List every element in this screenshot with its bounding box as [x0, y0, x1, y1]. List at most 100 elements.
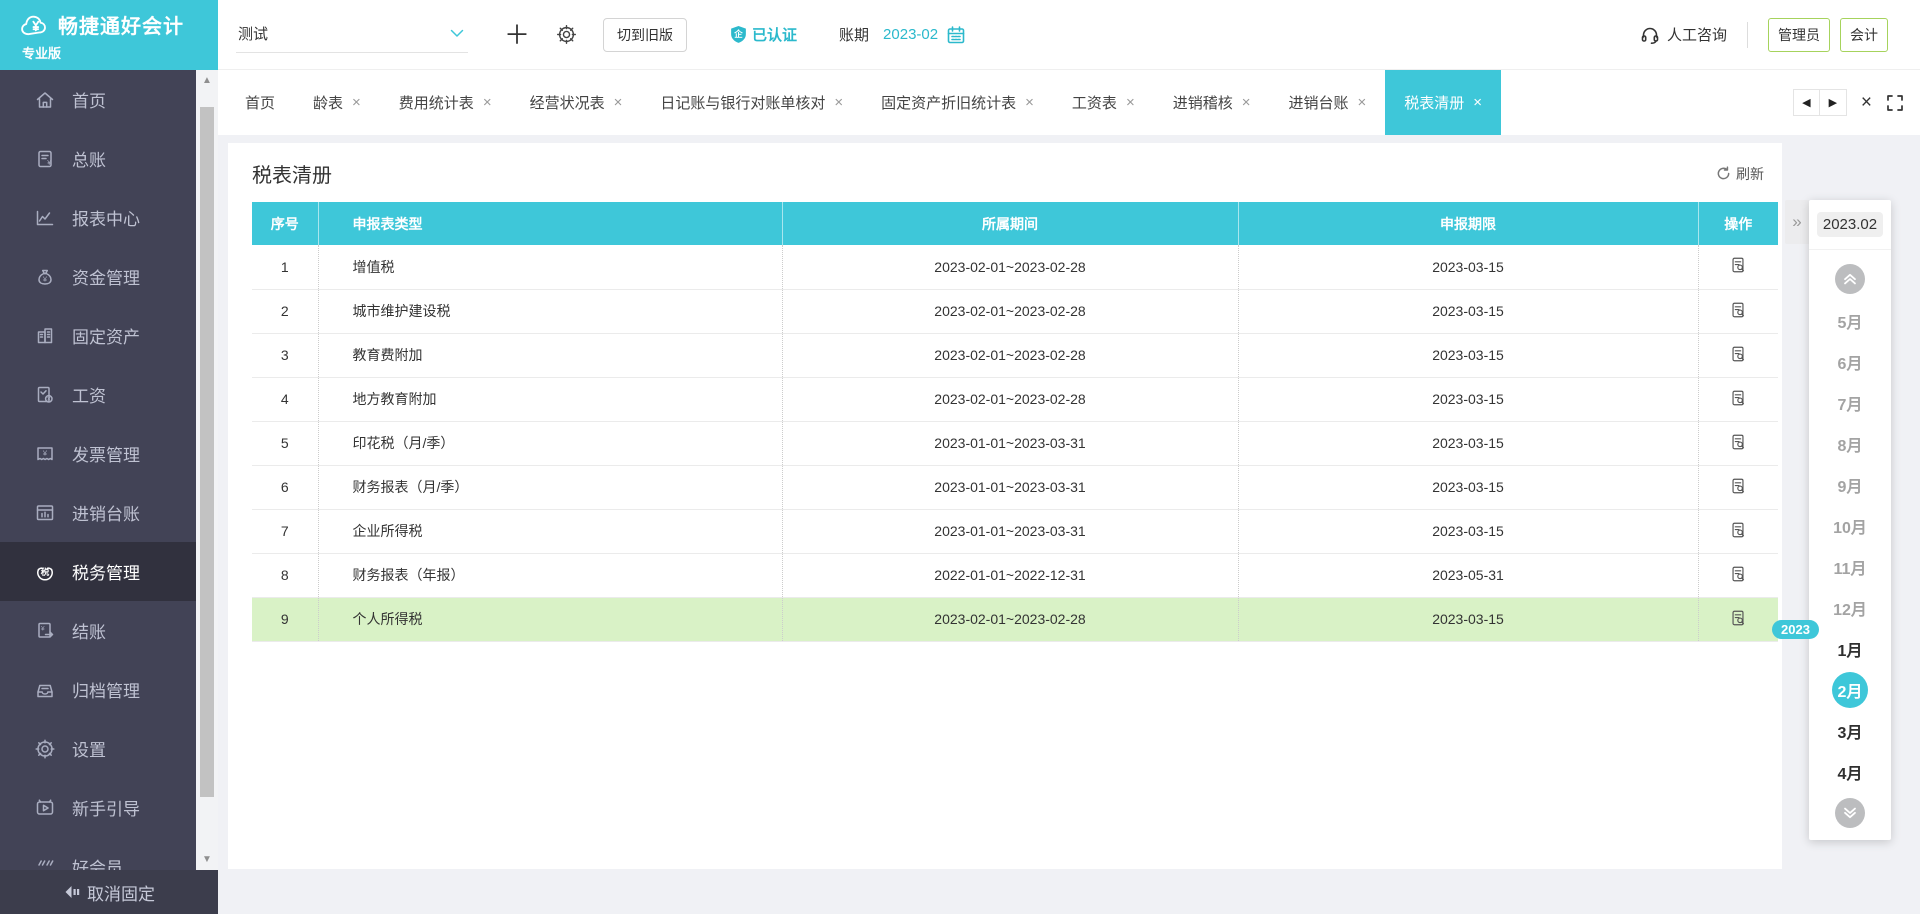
add-account-set-icon[interactable]: ＋ [504, 22, 530, 48]
scroll-up-icon[interactable]: ▲ [202, 70, 212, 91]
close-icon[interactable]: × [1242, 94, 1251, 111]
close-icon[interactable]: × [1126, 94, 1135, 111]
table-row[interactable]: 4 地方教育附加 2023-02-01~2023-02-28 2023-03-1… [252, 377, 1778, 422]
header-deadline: 申报期限 [1237, 202, 1698, 245]
view-report-icon[interactable] [1729, 389, 1747, 407]
fullscreen-icon[interactable] [1886, 94, 1904, 112]
month-item-jun[interactable]: 6月 [1809, 341, 1891, 382]
view-report-icon[interactable] [1729, 256, 1747, 274]
view-report-icon[interactable] [1729, 345, 1747, 363]
table-row[interactable]: 6 财务报表（月/季） 2023-01-01~2023-03-31 2023-0… [252, 465, 1778, 510]
sidebar-item-beginner-guide[interactable]: 新手引导 [0, 778, 196, 837]
close-icon[interactable]: × [483, 94, 492, 111]
refresh-button[interactable]: 刷新 [1711, 164, 1764, 184]
unpin-sidebar-button[interactable]: 取消固定 [0, 870, 218, 914]
sidebar-item-fund-management[interactable]: ¥ 资金管理 [0, 247, 196, 306]
calendar-icon[interactable] [946, 25, 966, 45]
month-item-mar[interactable]: 3月 [1809, 710, 1891, 751]
month-item-apr[interactable]: 4月 [1809, 751, 1891, 792]
scrollbar-thumb[interactable] [200, 107, 214, 797]
month-item-dec[interactable]: 12月 [1809, 587, 1891, 628]
close-icon[interactable]: × [352, 94, 361, 111]
triangle-right-icon: ▶ [1828, 97, 1838, 109]
tab-journal-bank-check[interactable]: 日记账与银行对账单核对 × [641, 70, 862, 135]
admin-role-button[interactable]: 管理员 [1768, 17, 1830, 52]
sidebar-item-purchase-sales-ledger[interactable]: 进销台账 [0, 483, 196, 542]
table-row[interactable]: 8 财务报表（年报） 2022-01-01~2022-12-31 2023-05… [252, 553, 1778, 598]
month-item-sep[interactable]: 9月 [1809, 464, 1891, 505]
tab-tax-return-register[interactable]: 税表清册 × [1385, 70, 1502, 135]
tab-operating-status[interactable]: 经营状况表 × [511, 70, 642, 135]
months-scroll-up-button[interactable] [1835, 264, 1865, 294]
tax-return-table: 序号 申报表类型 所属期间 申报期限 操作 1 增值税 2023-02-01~2… [252, 202, 1778, 642]
chart-icon [34, 207, 56, 229]
view-report-icon[interactable] [1729, 301, 1747, 319]
sidebar-item-tax-management[interactable]: 税 税务管理 [0, 542, 196, 601]
header-no: 序号 [252, 202, 318, 245]
scrollbar-track[interactable] [196, 91, 218, 849]
close-icon[interactable]: × [614, 94, 623, 111]
sidebar-item-report-center[interactable]: 报表中心 [0, 188, 196, 247]
topbar: 测试 ＋ 切到旧版 企 已认证 账期 2023-02 人工咨询 管理员 会计 [218, 0, 1920, 70]
sidebar-scrollbar[interactable]: ▲ ▼ [196, 70, 218, 870]
sidebar-item-archive-management[interactable]: 归档管理 [0, 660, 196, 719]
svg-text:¥: ¥ [41, 625, 45, 632]
month-item-jan[interactable]: 1月 [1809, 628, 1891, 669]
certified-badge[interactable]: 企 已认证 [729, 24, 797, 45]
month-item-may[interactable]: 5月 [1809, 300, 1891, 341]
sidebar-item-salary[interactable]: ¥ 工资 [0, 365, 196, 424]
tab-aging-report[interactable]: 龄表 × [294, 70, 380, 135]
sidebar-item-fixed-assets[interactable]: 固定资产 [0, 306, 196, 365]
table-row-selected[interactable]: 9 个人所得税 2023-02-01~2023-02-28 2023-03-15 [252, 597, 1778, 642]
video-play-icon [34, 797, 56, 819]
sidebar-item-home[interactable]: 首页 [0, 70, 196, 129]
tax-icon: 税 [34, 561, 56, 583]
tab-purchase-sales-ledger[interactable]: 进销台账 × [1269, 70, 1385, 135]
month-item-nov[interactable]: 11月 [1809, 546, 1891, 587]
view-report-icon[interactable] [1729, 433, 1747, 451]
view-report-icon[interactable] [1729, 521, 1747, 539]
unpin-label: 取消固定 [87, 884, 155, 904]
table-row[interactable]: 1 增值税 2023-02-01~2023-02-28 2023-03-15 [252, 245, 1778, 290]
settings-gear-icon[interactable] [556, 24, 577, 45]
month-item-oct[interactable]: 10月 [1809, 505, 1891, 546]
view-report-icon[interactable] [1729, 565, 1747, 583]
sidebar-item-invoice-management[interactable]: ¥ 发票管理 [0, 424, 196, 483]
tab-purchase-sales-audit[interactable]: 进销稽核 × [1154, 70, 1270, 135]
switch-to-old-version-button[interactable]: 切到旧版 [603, 17, 688, 52]
table-row[interactable]: 2 城市维护建设税 2023-02-01~2023-02-28 2023-03-… [252, 289, 1778, 334]
tab-scroll-right-button[interactable]: ▶ [1819, 89, 1847, 116]
accountant-role-button[interactable]: 会计 [1840, 17, 1888, 52]
close-icon[interactable]: × [1025, 94, 1034, 111]
close-icon[interactable]: × [834, 94, 843, 111]
close-all-tabs-button[interactable]: × [1861, 92, 1872, 114]
months-scroll-down-button[interactable] [1835, 798, 1865, 828]
triangle-left-icon: ◀ [1802, 97, 1811, 109]
scroll-down-icon[interactable]: ▼ [202, 849, 212, 870]
page-title: 税表清册 [252, 165, 332, 187]
collapse-panel-button[interactable]: » [1785, 200, 1809, 244]
fiscal-period-value[interactable]: 2023-02 [883, 26, 938, 43]
view-report-icon[interactable] [1729, 477, 1747, 495]
sidebar-item-closing[interactable]: ¥ 结账 [0, 601, 196, 660]
tab-salary-sheet[interactable]: 工资表 × [1053, 70, 1154, 135]
month-item-jul[interactable]: 7月 [1809, 382, 1891, 423]
header-operation: 操作 [1697, 202, 1778, 245]
month-item-feb-selected[interactable]: 2月 [1809, 669, 1891, 710]
brand-block: 畅捷通好会计 专业版 [0, 0, 218, 70]
account-set-select[interactable]: 测试 [236, 17, 468, 53]
sidebar-item-general-ledger[interactable]: ¥ 总账 [0, 129, 196, 188]
table-row[interactable]: 5 印花税（月/季） 2023-01-01~2023-03-31 2023-03… [252, 421, 1778, 466]
close-icon[interactable]: × [1473, 94, 1482, 111]
table-row[interactable]: 3 教育费附加 2023-02-01~2023-02-28 2023-03-15 [252, 333, 1778, 378]
tab-home[interactable]: 首页 [226, 70, 294, 135]
tab-scroll-left-button[interactable]: ◀ [1792, 89, 1820, 116]
live-support[interactable]: 人工咨询 [1640, 24, 1727, 45]
close-icon[interactable]: × [1358, 94, 1367, 111]
month-item-aug[interactable]: 8月 [1809, 423, 1891, 464]
sidebar-item-settings[interactable]: 设置 [0, 719, 196, 778]
tab-depreciation-statistics[interactable]: 固定资产折旧统计表 × [862, 70, 1053, 135]
view-report-icon[interactable] [1729, 609, 1747, 627]
table-row[interactable]: 7 企业所得税 2023-01-01~2023-03-31 2023-03-15 [252, 509, 1778, 554]
tab-expense-statistics[interactable]: 费用统计表 × [380, 70, 511, 135]
